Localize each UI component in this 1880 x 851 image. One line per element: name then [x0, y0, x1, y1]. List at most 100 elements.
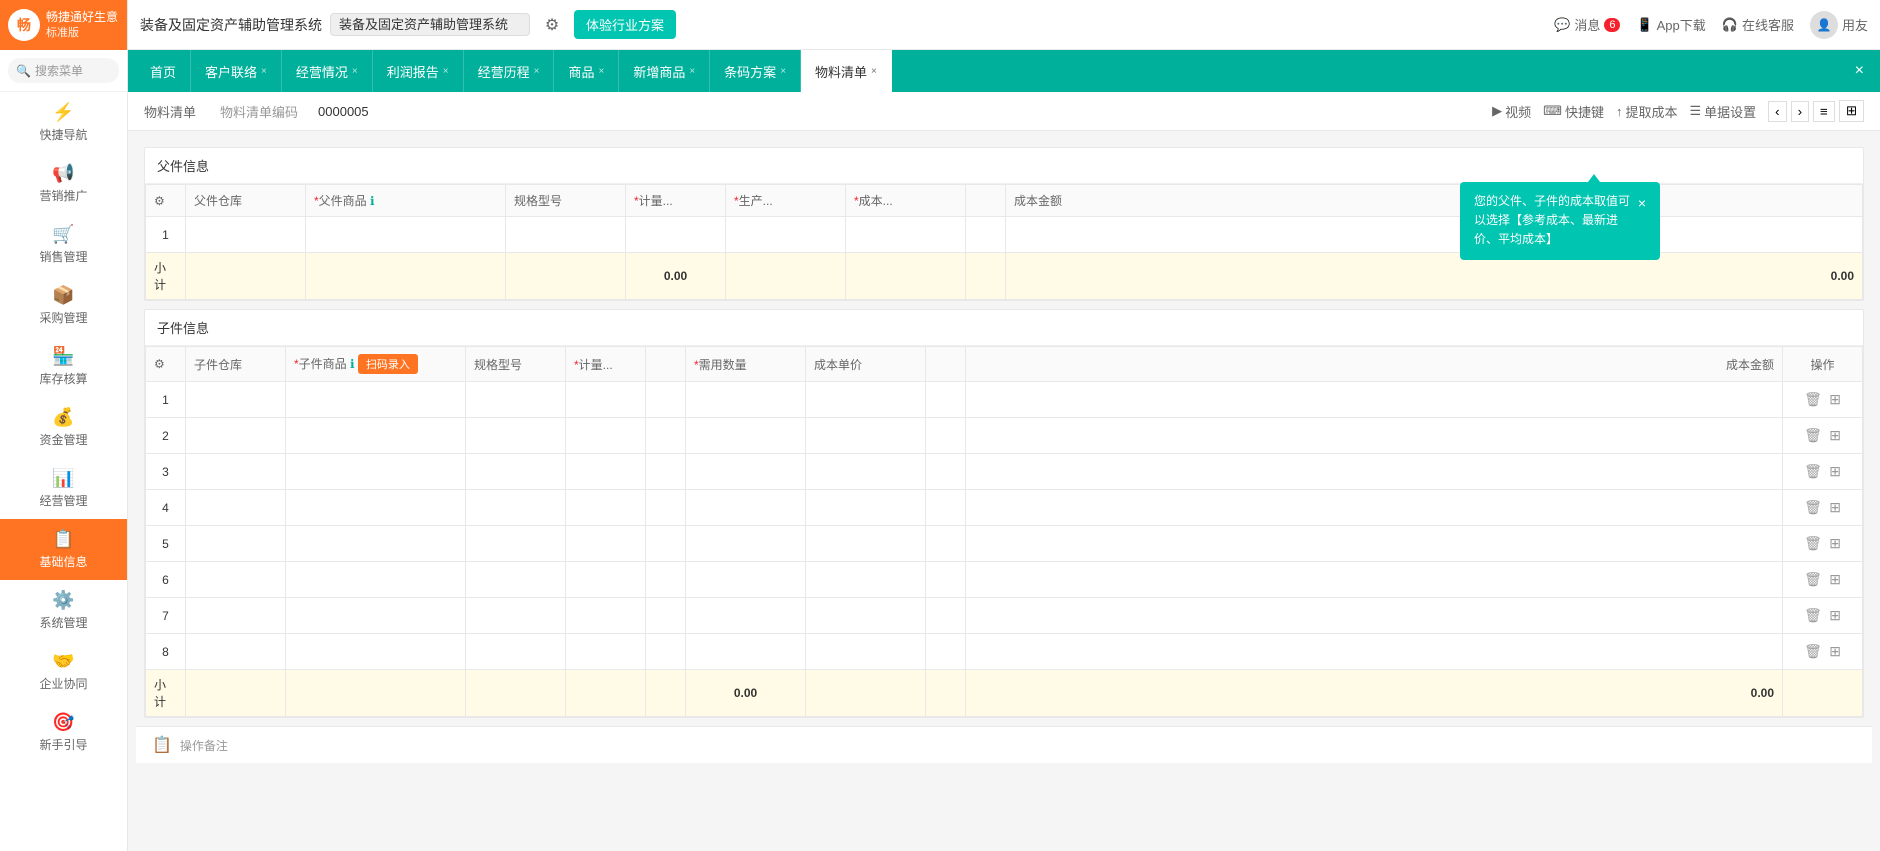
delete-icon-r3[interactable]: 🗑 [1804, 463, 1822, 479]
next-button[interactable]: › [1791, 101, 1809, 122]
copy-icon-r1[interactable]: ⊞ [1829, 391, 1841, 407]
child-r4-spec[interactable] [466, 490, 566, 526]
parent-row-1-unit[interactable] [626, 217, 726, 253]
tab-history[interactable]: 经营历程 × [464, 50, 555, 92]
child-r8-warehouse[interactable] [186, 634, 286, 670]
tab-bom-close[interactable]: × [871, 66, 877, 77]
copy-icon-r8[interactable]: ⊞ [1829, 643, 1841, 659]
child-r1-warehouse[interactable] [186, 382, 286, 418]
child-r7-qty[interactable] [686, 598, 806, 634]
sidebar-item-guide[interactable]: 🎯 新手引导 [0, 702, 127, 763]
child-r3-warehouse[interactable] [186, 454, 286, 490]
child-r4-unit-cost[interactable] [806, 490, 926, 526]
child-r6-unit-cost[interactable] [806, 562, 926, 598]
parent-row-1-spec[interactable] [506, 217, 626, 253]
delete-icon-r6[interactable]: 🗑 [1804, 571, 1822, 587]
child-r5-qty[interactable] [686, 526, 806, 562]
experience-button[interactable]: 体验行业方案 [574, 10, 676, 39]
view-button[interactable]: ▶ 视频 [1492, 102, 1531, 121]
tab-add-product-close[interactable]: × [689, 66, 695, 77]
copy-icon-r5[interactable]: ⊞ [1829, 535, 1841, 551]
child-r6-unit[interactable] [566, 562, 646, 598]
sidebar-item-quick-nav[interactable]: ⚡ 快捷导航 [0, 92, 127, 153]
copy-icon-r7[interactable]: ⊞ [1829, 607, 1841, 623]
sidebar-item-marketing[interactable]: 📢 营销推广 [0, 153, 127, 214]
delete-icon-r2[interactable]: 🗑 [1804, 427, 1822, 443]
grid-button[interactable]: ⊞ [1839, 100, 1864, 122]
child-r3-unit[interactable] [566, 454, 646, 490]
copy-icon-r6[interactable]: ⊞ [1829, 571, 1841, 587]
child-r3-product[interactable] [286, 454, 466, 490]
prev-button[interactable]: ‹ [1768, 101, 1786, 122]
online-service-button[interactable]: 🎧 在线客服 [1722, 15, 1794, 34]
child-r2-product[interactable] [286, 418, 466, 454]
child-r1-unit[interactable] [566, 382, 646, 418]
child-r4-unit[interactable] [566, 490, 646, 526]
child-r7-spec[interactable] [466, 598, 566, 634]
message-button[interactable]: 💬 消息 6 [1554, 15, 1620, 34]
child-r1-spec[interactable] [466, 382, 566, 418]
tab-products[interactable]: 商品 × [554, 50, 619, 92]
tab-barcode[interactable]: 条码方案 × [710, 50, 801, 92]
tab-customer-close[interactable]: × [261, 66, 267, 77]
child-r7-unit-cost[interactable] [806, 598, 926, 634]
tab-profit[interactable]: 利润报告 × [373, 50, 464, 92]
sidebar-item-finance[interactable]: 💰 资金管理 [0, 397, 127, 458]
child-r5-product[interactable] [286, 526, 466, 562]
tooltip-close-button[interactable]: × [1638, 192, 1646, 214]
copy-icon-r3[interactable]: ⊞ [1829, 463, 1841, 479]
child-r1-qty[interactable] [686, 382, 806, 418]
child-r2-warehouse[interactable] [186, 418, 286, 454]
parent-col-settings[interactable]: ⚙ [146, 185, 186, 217]
settings-button[interactable]: ⚙ [538, 11, 566, 39]
sidebar-item-purchase[interactable]: 📦 采购管理 [0, 275, 127, 336]
child-r5-unit[interactable] [566, 526, 646, 562]
child-r7-unit[interactable] [566, 598, 646, 634]
delete-icon-r8[interactable]: 🗑 [1804, 643, 1822, 659]
child-r1-product[interactable] [286, 382, 466, 418]
extract-cost-button[interactable]: ↑ 提取成本 [1616, 102, 1678, 121]
shortcut-button[interactable]: ⌨ 快捷键 [1543, 102, 1604, 121]
tab-history-close[interactable]: × [534, 66, 540, 77]
scan-button[interactable]: 扫码录入 [358, 354, 418, 374]
tab-operations-status-close[interactable]: × [352, 66, 358, 77]
child-r7-product[interactable] [286, 598, 466, 634]
single-settings-button[interactable]: ☰ 单据设置 [1689, 102, 1756, 121]
tab-add-product[interactable]: 新增商品 × [619, 50, 710, 92]
child-r4-warehouse[interactable] [186, 490, 286, 526]
parent-row-1-product[interactable] [306, 217, 506, 253]
tab-home[interactable]: 首页 [136, 50, 191, 92]
delete-icon-r1[interactable]: 🗑 [1804, 391, 1822, 407]
system-selector[interactable]: 装备及固定资产辅助管理系统 [330, 13, 530, 36]
child-r3-qty[interactable] [686, 454, 806, 490]
close-all-tabs[interactable]: × [1847, 58, 1872, 84]
sidebar-item-basic-info[interactable]: 📋 基础信息 [0, 519, 127, 580]
child-r8-unit-cost[interactable] [806, 634, 926, 670]
child-r2-unit[interactable] [566, 418, 646, 454]
child-r6-qty[interactable] [686, 562, 806, 598]
delete-icon-r4[interactable]: 🗑 [1804, 499, 1822, 515]
child-r3-unit-cost[interactable] [806, 454, 926, 490]
tab-profit-close[interactable]: × [443, 66, 449, 77]
child-r5-warehouse[interactable] [186, 526, 286, 562]
tab-customer[interactable]: 客户联络 × [191, 50, 282, 92]
child-r5-unit-cost[interactable] [806, 526, 926, 562]
parent-row-1-produce[interactable] [726, 217, 846, 253]
sidebar-item-sales[interactable]: 🛒 销售管理 [0, 214, 127, 275]
child-r3-spec[interactable] [466, 454, 566, 490]
sidebar-item-inventory[interactable]: 🏪 库存核算 [0, 336, 127, 397]
child-r8-qty[interactable] [686, 634, 806, 670]
child-r1-unit-cost[interactable] [806, 382, 926, 418]
child-r2-spec[interactable] [466, 418, 566, 454]
child-r6-product[interactable] [286, 562, 466, 598]
copy-icon-r2[interactable]: ⊞ [1829, 427, 1841, 443]
child-r8-spec[interactable] [466, 634, 566, 670]
delete-icon-r5[interactable]: 🗑 [1804, 535, 1822, 551]
child-r2-unit-cost[interactable] [806, 418, 926, 454]
tab-operations-status[interactable]: 经营情况 × [282, 50, 373, 92]
child-r8-product[interactable] [286, 634, 466, 670]
child-r6-spec[interactable] [466, 562, 566, 598]
user-menu[interactable]: 👤 用友 [1810, 11, 1868, 39]
child-r4-qty[interactable] [686, 490, 806, 526]
tab-barcode-close[interactable]: × [780, 66, 786, 77]
